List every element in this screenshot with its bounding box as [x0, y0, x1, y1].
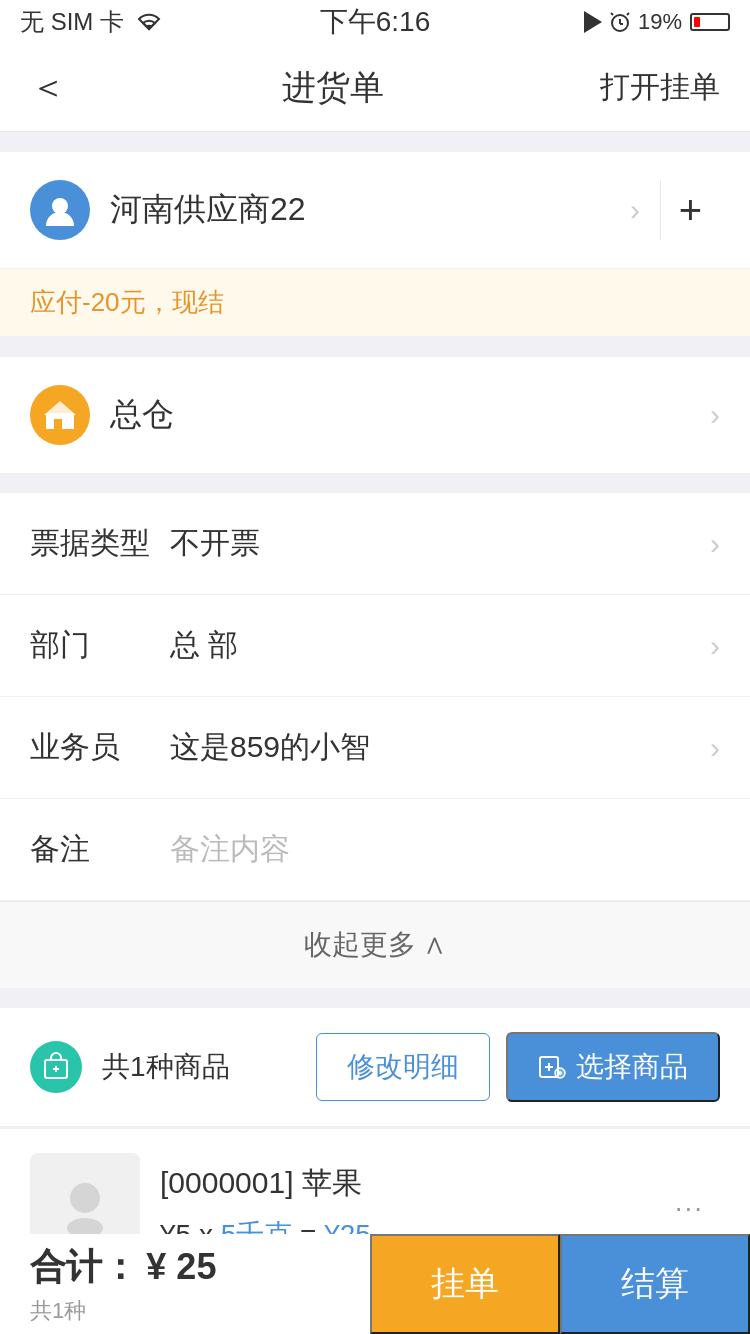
supplier-row[interactable]: 河南供应商22 › +	[0, 152, 750, 269]
department-chevron-icon: ›	[710, 629, 720, 663]
hang-button[interactable]: 挂单	[370, 1234, 560, 1334]
product-more-button[interactable]: ···	[659, 1182, 720, 1234]
supplier-notice: 应付-20元，现结	[0, 269, 750, 337]
salesman-row[interactable]: 业务员 这是859的小智 ›	[0, 697, 750, 799]
select-product-label: 选择商品	[576, 1048, 688, 1086]
open-hang-button[interactable]: 打开挂单	[600, 67, 720, 108]
status-left: 无 SIM 卡	[20, 6, 164, 38]
invoice-label: 票据类型	[30, 523, 150, 564]
warehouse-card: 总仓 ›	[0, 357, 750, 473]
warehouse-name: 总仓	[110, 393, 710, 437]
warehouse-row[interactable]: 总仓 ›	[0, 357, 750, 473]
svg-marker-0	[584, 11, 602, 33]
products-count: 共1种商品	[102, 1048, 316, 1086]
status-bar: 无 SIM 卡 下午6:16 19%	[0, 0, 750, 44]
back-button[interactable]: ＜	[30, 63, 66, 112]
bottom-bar: 合计： ¥ 25 共1种 挂单 结算	[0, 1234, 750, 1334]
department-row[interactable]: 部门 总 部 ›	[0, 595, 750, 697]
battery-percent: 19%	[638, 9, 682, 35]
supplier-avatar	[30, 180, 90, 240]
wifi-icon	[134, 11, 164, 33]
collapse-label: 收起更多 ∧	[304, 929, 447, 960]
salesman-value: 这是859的小智	[170, 727, 710, 768]
svg-line-5	[627, 13, 629, 15]
products-header: 共1种商品 修改明细 选择商品	[0, 1008, 750, 1127]
salesman-chevron-icon: ›	[710, 731, 720, 765]
carrier-label: 无 SIM 卡	[20, 6, 124, 38]
add-supplier-button[interactable]: +	[660, 180, 720, 240]
supplier-name: 河南供应商22	[110, 188, 630, 232]
svg-rect-9	[54, 419, 62, 429]
select-product-button[interactable]: 选择商品	[506, 1032, 720, 1102]
svg-point-6	[52, 198, 68, 214]
warehouse-chevron-icon: ›	[710, 398, 720, 432]
remark-input[interactable]: 备注内容	[170, 829, 720, 870]
checkout-button[interactable]: 结算	[560, 1234, 750, 1334]
total-section: 合计： ¥ 25 共1种	[0, 1234, 370, 1334]
remark-row[interactable]: 备注 备注内容	[0, 799, 750, 901]
svg-marker-8	[44, 401, 76, 415]
divider-3	[0, 473, 750, 493]
remark-label: 备注	[30, 829, 150, 870]
divider-4	[0, 988, 750, 1008]
svg-point-19	[70, 1183, 100, 1213]
status-time: 下午6:16	[320, 3, 431, 41]
divider-1	[0, 132, 750, 152]
department-label: 部门	[30, 625, 150, 666]
nav-bar: ＜ 进货单 打开挂单	[0, 44, 750, 132]
total-value: ¥ 25	[146, 1246, 216, 1287]
total-label: 合计：	[30, 1246, 138, 1287]
total-amount: 合计： ¥ 25	[30, 1243, 340, 1292]
invoice-row[interactable]: 票据类型 不开票 ›	[0, 493, 750, 595]
divider-2	[0, 337, 750, 357]
invoice-chevron-icon: ›	[710, 527, 720, 561]
supplier-chevron-icon: ›	[630, 193, 640, 227]
page-title: 进货单	[282, 65, 384, 111]
status-right: 19%	[584, 9, 730, 35]
collapse-bar[interactable]: 收起更多 ∧	[0, 901, 750, 988]
products-icon	[30, 1041, 82, 1093]
warehouse-icon	[30, 385, 90, 445]
product-name: [0000001] 苹果	[160, 1163, 659, 1204]
supplier-card: 河南供应商22 › + 应付-20元，现结	[0, 152, 750, 337]
location-icon	[584, 11, 602, 33]
select-product-icon	[538, 1053, 566, 1081]
alarm-icon	[610, 11, 630, 33]
invoice-value: 不开票	[170, 523, 710, 564]
salesman-label: 业务员	[30, 727, 150, 768]
battery-icon	[690, 13, 730, 31]
total-count: 共1种	[30, 1296, 340, 1326]
edit-detail-button[interactable]: 修改明细	[316, 1033, 490, 1101]
product-placeholder-icon: 智+	[50, 1173, 120, 1243]
product-id: [0000001] 苹果	[160, 1166, 362, 1199]
svg-line-4	[611, 13, 613, 15]
form-card: 票据类型 不开票 › 部门 总 部 › 业务员 这是859的小智 › 备注 备注…	[0, 493, 750, 901]
department-value: 总 部	[170, 625, 710, 666]
